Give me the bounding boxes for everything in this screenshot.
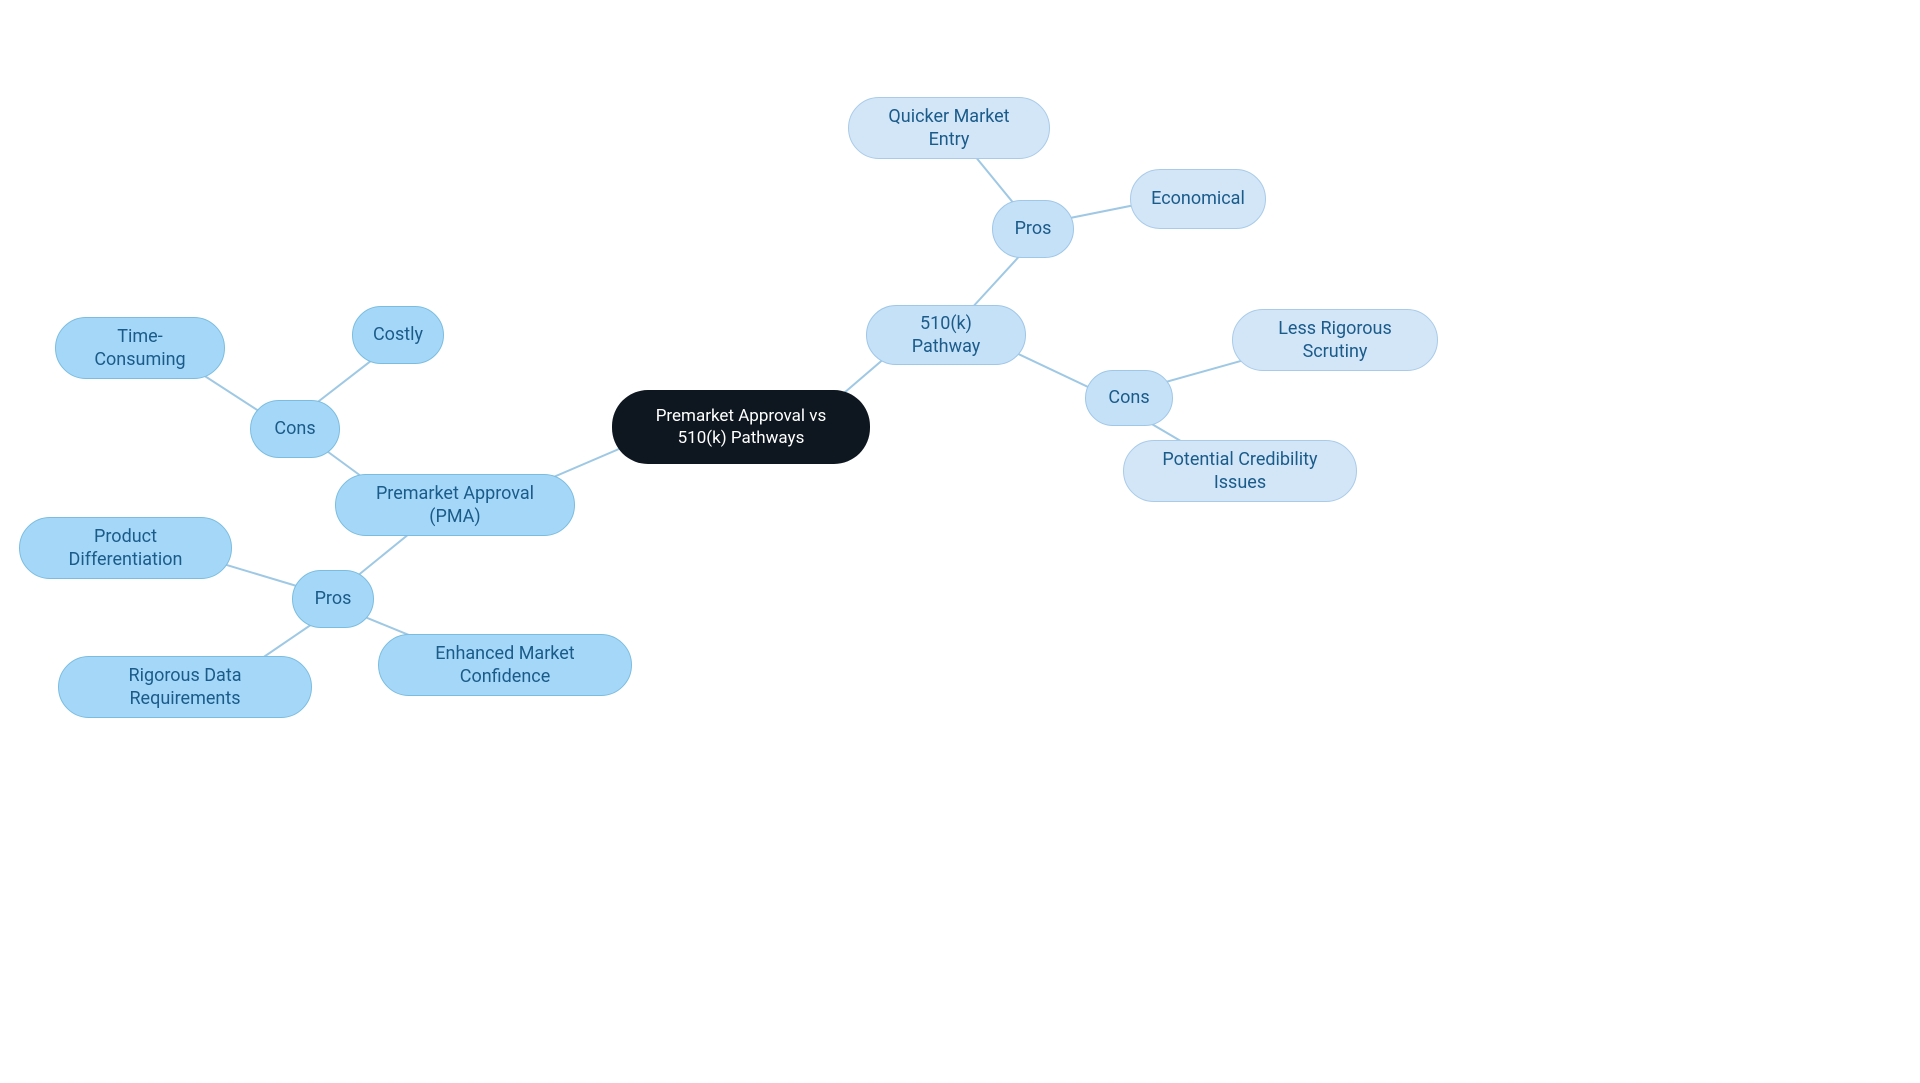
leaf-label: Enhanced Market Confidence xyxy=(399,642,611,689)
node-rigorous-data-requirements[interactable]: Rigorous Data Requirements xyxy=(58,656,312,718)
edges-layer xyxy=(0,0,1920,1083)
node-pma-cons[interactable]: Cons xyxy=(250,400,340,458)
leaf-label: Quicker Market Entry xyxy=(869,105,1029,152)
node-time-consuming[interactable]: Time-Consuming xyxy=(55,317,225,379)
leaf-label: Costly xyxy=(373,323,423,346)
node-pma-label: Premarket Approval (PMA) xyxy=(356,482,554,529)
node-pma-pros-label: Pros xyxy=(315,587,352,610)
leaf-label: Less Rigorous Scrutiny xyxy=(1253,317,1417,364)
leaf-label: Potential Credibility Issues xyxy=(1144,448,1336,495)
node-economical[interactable]: Economical xyxy=(1130,169,1266,229)
leaf-label: Product Differentiation xyxy=(40,525,211,572)
mindmap-canvas: Premarket Approval vs 510(k) Pathways Pr… xyxy=(0,0,1920,1083)
node-less-rigorous-scrutiny[interactable]: Less Rigorous Scrutiny xyxy=(1232,309,1438,371)
node-510k-cons-label: Cons xyxy=(1108,386,1149,409)
node-enhanced-market-confidence[interactable]: Enhanced Market Confidence xyxy=(378,634,632,696)
leaf-label: Economical xyxy=(1151,187,1245,210)
node-pma-pros[interactable]: Pros xyxy=(292,570,374,628)
node-pma-cons-label: Cons xyxy=(274,417,315,440)
root-node[interactable]: Premarket Approval vs 510(k) Pathways xyxy=(612,390,870,464)
node-510k[interactable]: 510(k) Pathway xyxy=(866,305,1026,365)
root-label: Premarket Approval vs 510(k) Pathways xyxy=(632,405,850,449)
node-quicker-market-entry[interactable]: Quicker Market Entry xyxy=(848,97,1050,159)
node-pma[interactable]: Premarket Approval (PMA) xyxy=(335,474,575,536)
leaf-label: Rigorous Data Requirements xyxy=(79,664,291,711)
node-510k-label: 510(k) Pathway xyxy=(887,312,1005,359)
node-costly[interactable]: Costly xyxy=(352,306,444,364)
node-510k-pros[interactable]: Pros xyxy=(992,200,1074,258)
node-potential-credibility-issues[interactable]: Potential Credibility Issues xyxy=(1123,440,1357,502)
node-product-differentiation[interactable]: Product Differentiation xyxy=(19,517,232,579)
leaf-label: Time-Consuming xyxy=(76,325,204,372)
node-510k-cons[interactable]: Cons xyxy=(1085,370,1173,426)
node-510k-pros-label: Pros xyxy=(1015,217,1052,240)
